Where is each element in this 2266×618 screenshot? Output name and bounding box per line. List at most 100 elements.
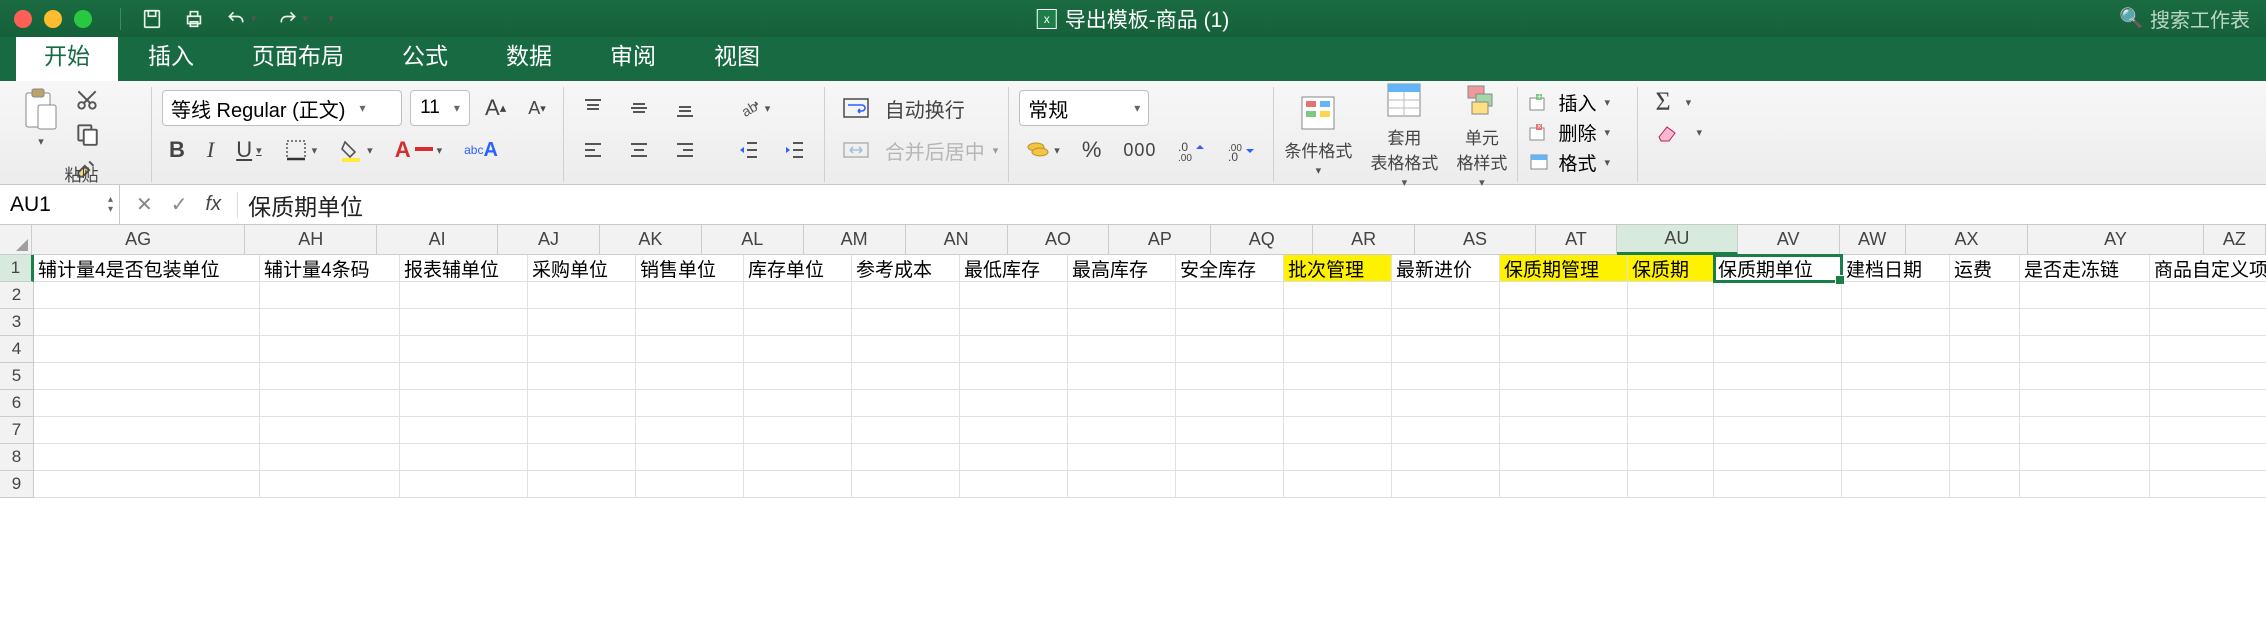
cell[interactable] [2020,444,2150,471]
cell[interactable] [2150,471,2266,498]
cell[interactable]: 报表辅单位 [400,255,528,282]
cell[interactable] [1628,444,1714,471]
column-header[interactable]: AO [1008,225,1110,255]
cell[interactable]: 销售单位 [636,255,744,282]
cell[interactable] [1950,471,2020,498]
cell[interactable] [1842,336,1950,363]
cell[interactable] [1284,444,1392,471]
cell[interactable] [960,309,1068,336]
column-header[interactable]: AV [1738,225,1840,255]
cell[interactable] [1176,417,1284,444]
column-header[interactable]: AQ [1211,225,1313,255]
cell[interactable]: 批次管理 [1284,255,1392,282]
cell[interactable] [34,390,260,417]
align-top-icon[interactable] [574,91,612,125]
cell[interactable]: 辅计量4条码 [260,255,400,282]
column-header[interactable]: AH [245,225,377,255]
cell[interactable] [1950,390,2020,417]
cell[interactable] [400,471,528,498]
cell[interactable] [852,471,960,498]
cell[interactable]: 是否走冻链 [2020,255,2150,282]
search-box[interactable]: 🔍 搜索工作表 [2119,4,2250,33]
cell[interactable]: 辅计量4是否包装单位 [34,255,260,282]
cell[interactable]: 库存单位 [744,255,852,282]
cell[interactable] [1284,309,1392,336]
cell[interactable] [1392,417,1500,444]
conditional-format-button[interactable]: 条件格式▾ [1284,93,1352,177]
cell[interactable] [34,444,260,471]
cell[interactable] [1714,471,1842,498]
cell[interactable] [636,471,744,498]
cell[interactable] [1392,390,1500,417]
cell[interactable]: 保质期 [1628,255,1714,282]
cell[interactable] [1714,363,1842,390]
cell[interactable] [1392,444,1500,471]
decrease-font-icon[interactable]: A▾ [521,91,553,125]
cell[interactable] [960,336,1068,363]
cell[interactable] [744,471,852,498]
cell[interactable] [260,363,400,390]
cell[interactable] [1176,309,1284,336]
cell[interactable] [1068,282,1176,309]
fill-color-button[interactable]: ▾ [332,133,380,167]
percent-button[interactable]: % [1075,133,1109,167]
cell[interactable] [528,444,636,471]
cell[interactable] [1392,363,1500,390]
cell[interactable] [2020,471,2150,498]
cell[interactable] [960,471,1068,498]
cell[interactable] [636,390,744,417]
font-size-select[interactable]: 11▾ [410,90,470,126]
column-header[interactable]: AJ [498,225,600,255]
cell[interactable] [1068,363,1176,390]
format-as-table-button[interactable]: 套用 表格格式▾ [1370,80,1438,189]
cell[interactable] [1068,390,1176,417]
cell[interactable] [1068,417,1176,444]
clear-icon[interactable] [1648,115,1688,149]
phonetic-button[interactable]: abcA [457,133,505,167]
close-window[interactable] [14,10,32,28]
cell[interactable]: 采购单位 [528,255,636,282]
cell[interactable] [34,471,260,498]
align-middle-icon[interactable] [620,91,658,125]
delete-label[interactable]: 删除 [1558,119,1596,146]
formula-input[interactable]: 保质期单位 [238,188,363,222]
cell[interactable] [2150,363,2266,390]
cell[interactable] [2020,309,2150,336]
cell[interactable] [1176,363,1284,390]
cell[interactable] [34,282,260,309]
cell[interactable] [1392,309,1500,336]
column-header[interactable]: AS [1415,225,1536,255]
column-header[interactable]: AK [600,225,702,255]
row-header[interactable]: 3 [0,309,34,336]
column-header[interactable]: AP [1109,225,1211,255]
undo-button[interactable]: ▾ [225,9,257,29]
cell[interactable] [1950,282,2020,309]
cell[interactable] [260,444,400,471]
cell[interactable] [636,363,744,390]
cell[interactable] [744,417,852,444]
cell[interactable] [1714,417,1842,444]
increase-font-icon[interactable]: A▴ [478,91,513,125]
cell[interactable] [1628,336,1714,363]
cell[interactable] [1392,471,1500,498]
qat-customize[interactable]: ▾ [328,12,334,25]
cell[interactable] [400,444,528,471]
cell[interactable] [528,309,636,336]
cut-icon[interactable] [74,87,100,113]
cell[interactable] [1842,390,1950,417]
cell[interactable] [1284,471,1392,498]
cell[interactable] [1842,282,1950,309]
cell[interactable] [260,336,400,363]
cell[interactable] [1068,444,1176,471]
cell[interactable] [1500,471,1628,498]
cell[interactable] [528,336,636,363]
cell[interactable] [260,282,400,309]
increase-indent-icon[interactable] [776,133,814,167]
enter-formula-icon[interactable]: ✓ [171,192,188,217]
cell[interactable] [1714,390,1842,417]
cell[interactable] [852,417,960,444]
cell[interactable] [1284,336,1392,363]
insert-label[interactable]: 插入 [1558,89,1596,116]
merge-icon[interactable] [835,133,877,167]
currency-button[interactable]: ▾ [1019,133,1067,167]
